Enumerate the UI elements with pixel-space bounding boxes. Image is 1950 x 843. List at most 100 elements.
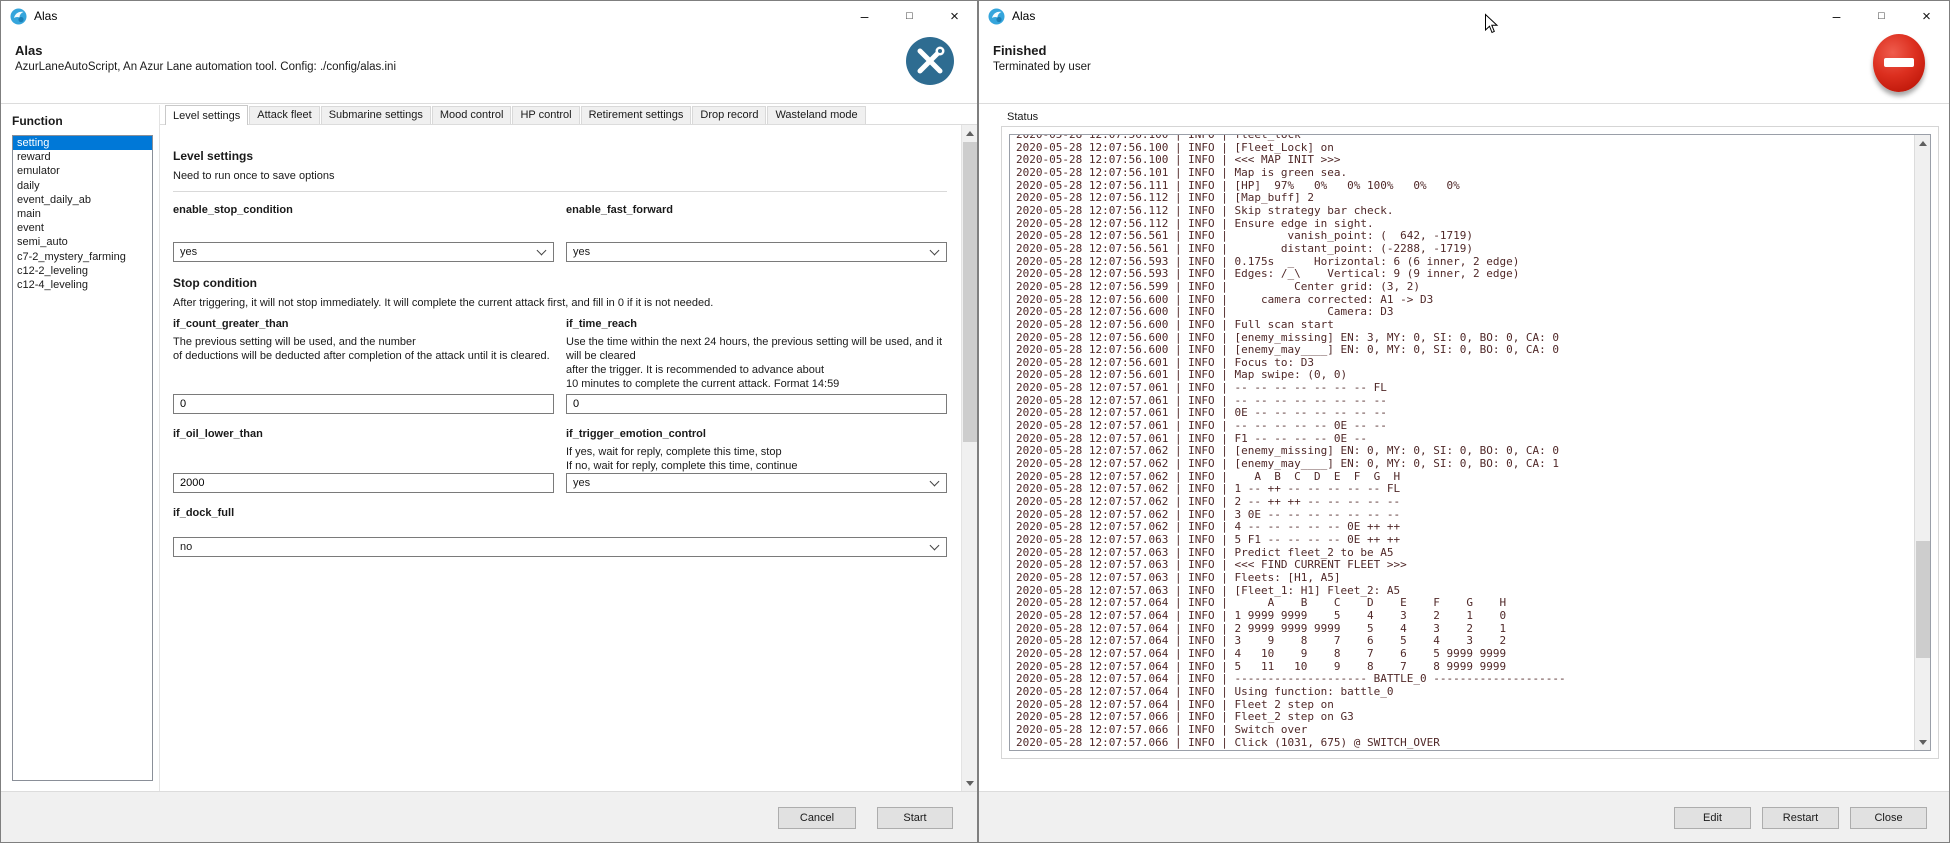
scroll-up-icon[interactable] (1915, 135, 1931, 151)
log-box: 2020-05-28 12:07:56.100 | INFO | fleet_l… (1009, 134, 1931, 751)
tab-submarine-settings[interactable]: Submarine settings (321, 106, 431, 124)
close-button[interactable]: × (1904, 1, 1949, 31)
sidebar-item-event_daily_ab[interactable]: event_daily_ab (13, 193, 152, 207)
log-line: 2020-05-28 12:07:56.561 | INFO | distant… (1016, 243, 1914, 256)
log-line: 2020-05-28 12:07:57.066 | INFO | Fleet_2… (1016, 711, 1914, 724)
config-body: Function settingrewardemulatordailyevent… (1, 105, 977, 791)
window-title: Alas (1012, 9, 1035, 23)
log-output: 2020-05-28 12:07:56.100 | INFO | fleet_l… (1016, 135, 1914, 750)
log-line: 2020-05-28 12:07:57.061 | INFO | -- -- -… (1016, 420, 1914, 433)
maximize-button[interactable]: □ (1859, 1, 1904, 31)
maximize-button[interactable]: □ (887, 1, 932, 31)
titlebar[interactable]: Alas – □ × (1, 1, 977, 31)
dropdown-chevron-icon (930, 245, 940, 255)
sidebar-item-c12-4_leveling[interactable]: c12-4_leveling (13, 278, 152, 292)
sidebar-item-setting[interactable]: setting (13, 136, 152, 150)
function-label: Function (12, 114, 153, 128)
log-line: 2020-05-28 12:07:57.066 | INFO | Click (… (1016, 737, 1914, 750)
log-line: 2020-05-28 12:07:57.064 | INFO | 4 10 9 … (1016, 648, 1914, 661)
sidebar-item-event[interactable]: event (13, 221, 152, 235)
tab-mood-control[interactable]: Mood control (432, 106, 512, 124)
log-line: 2020-05-28 12:07:57.063 | INFO | Fleets:… (1016, 572, 1914, 585)
field-if_dock_full: if_dock_fullno (173, 507, 947, 557)
sidebar-item-semi_auto[interactable]: semi_auto (13, 235, 152, 249)
if_count_greater_than-input[interactable] (173, 394, 554, 414)
field-label: if_count_greater_than (173, 318, 554, 330)
edit-button[interactable]: Edit (1674, 807, 1751, 829)
log-scrollbar[interactable] (1914, 135, 1930, 750)
close-button[interactable]: × (932, 1, 977, 31)
sidebar-item-emulator[interactable]: emulator (13, 164, 152, 178)
scrollbar-thumb[interactable] (963, 142, 977, 442)
log-line: 2020-05-28 12:07:57.061 | INFO | -- -- -… (1016, 382, 1914, 395)
settings-panel: Level settingsAttack fleetSubmarine sett… (159, 105, 977, 791)
cancel-button[interactable]: Cancel (778, 807, 856, 829)
alas-logo-icon (10, 8, 27, 25)
field-enable_stop_condition: enable_stop_conditionyes (173, 204, 554, 262)
desktop: Alas – □ × Alas AzurLaneAutoScript, An A… (0, 0, 1950, 843)
form-row: enable_stop_conditionyesenable_fast_forw… (173, 204, 947, 262)
scroll-up-icon[interactable] (962, 125, 978, 141)
form-row: if_dock_fullno (173, 507, 947, 557)
log-line: 2020-05-28 12:07:57.062 | INFO | [enemy_… (1016, 458, 1914, 471)
settings-tabstrip: Level settingsAttack fleetSubmarine sett… (160, 105, 977, 125)
field-label: if_oil_lower_than (173, 428, 554, 440)
scroll-down-icon[interactable] (1915, 734, 1931, 750)
minimize-button[interactable]: – (842, 1, 887, 31)
sidebar-item-daily[interactable]: daily (13, 179, 152, 193)
tab-attack-fleet[interactable]: Attack fleet (249, 106, 319, 124)
tab-level-settings[interactable]: Level settings (165, 105, 248, 125)
enable_fast_forward-select[interactable]: yes (566, 242, 947, 262)
alas-status-window: Alas – □ × Finished Terminated by user S… (978, 0, 1950, 843)
minimize-button[interactable]: – (1814, 1, 1859, 31)
tab-retirement-settings[interactable]: Retirement settings (581, 106, 692, 124)
log-line: 2020-05-28 12:07:56.600 | INFO | Camera:… (1016, 306, 1914, 319)
log-line: 2020-05-28 12:07:56.600 | INFO | [enemy_… (1016, 344, 1914, 357)
field-if_count_greater_than: if_count_greater_thanThe previous settin… (173, 318, 554, 414)
scroll-down-icon[interactable] (962, 775, 978, 791)
combo-value: yes (573, 477, 590, 489)
status-body: Status 2020-05-28 12:07:56.100 | INFO | … (979, 105, 1949, 791)
combo-value: yes (180, 246, 197, 258)
finished-subtitle: Terminated by user (993, 61, 1935, 73)
sidebar-item-main[interactable]: main (13, 207, 152, 221)
log-line: 2020-05-28 12:07:57.064 | INFO | -------… (1016, 673, 1914, 686)
close-action-button[interactable]: Close (1850, 807, 1927, 829)
titlebar[interactable]: Alas – □ × (979, 1, 1949, 31)
field-description: If yes, wait for reply, complete this ti… (566, 445, 947, 473)
start-button[interactable]: Start (877, 807, 953, 829)
field-label: if_dock_full (173, 507, 947, 519)
status-header: Finished Terminated by user (979, 31, 1949, 104)
if_dock_full-select[interactable]: no (173, 537, 947, 557)
if_time_reach-input[interactable] (566, 394, 947, 414)
log-line: 2020-05-28 12:07:57.062 | INFO | 2 -- ++… (1016, 496, 1914, 509)
form-scrollbar[interactable] (961, 125, 977, 791)
sidebar-item-reward[interactable]: reward (13, 150, 152, 164)
scrollbar-thumb[interactable] (1916, 541, 1930, 658)
sidebar-item-c7-2_mystery_farming[interactable]: c7-2_mystery_farming (13, 250, 152, 264)
if_trigger_emotion_control-select[interactable]: yes (566, 473, 947, 493)
log-line: 2020-05-28 12:07:57.063 | INFO | 5 F1 --… (1016, 534, 1914, 547)
tab-hp-control[interactable]: HP control (512, 106, 579, 124)
sidebar-item-c12-2_leveling[interactable]: c12-2_leveling (13, 264, 152, 278)
section-desc: After triggering, it will not stop immed… (173, 297, 947, 309)
function-listbox[interactable]: settingrewardemulatordailyevent_daily_ab… (12, 135, 153, 781)
enable_stop_condition-select[interactable]: yes (173, 242, 554, 262)
function-sidebar: Function settingrewardemulatordailyevent… (1, 105, 159, 791)
config-header: Alas AzurLaneAutoScript, An Azur Lane au… (1, 31, 977, 104)
tab-drop-record[interactable]: Drop record (692, 106, 766, 124)
form-row: if_count_greater_thanThe previous settin… (173, 318, 947, 414)
status-groupbox: 2020-05-28 12:07:56.100 | INFO | fleet_l… (1001, 126, 1939, 759)
if_oil_lower_than-input[interactable] (173, 473, 554, 493)
status-label: Status (1007, 111, 1038, 123)
log-line: 2020-05-28 12:07:56.600 | INFO | Full sc… (1016, 319, 1914, 332)
dropdown-chevron-icon (930, 540, 940, 550)
log-line: 2020-05-28 12:07:56.112 | INFO | Skip st… (1016, 205, 1914, 218)
restart-button[interactable]: Restart (1762, 807, 1839, 829)
wrench-screwdriver-icon (905, 36, 955, 86)
section-desc: Need to run once to save options (173, 170, 947, 182)
tab-wasteland-mode[interactable]: Wasteland mode (767, 106, 865, 124)
combo-value: yes (573, 246, 590, 258)
field-label: enable_stop_condition (173, 204, 554, 216)
window-title: Alas (34, 9, 57, 23)
